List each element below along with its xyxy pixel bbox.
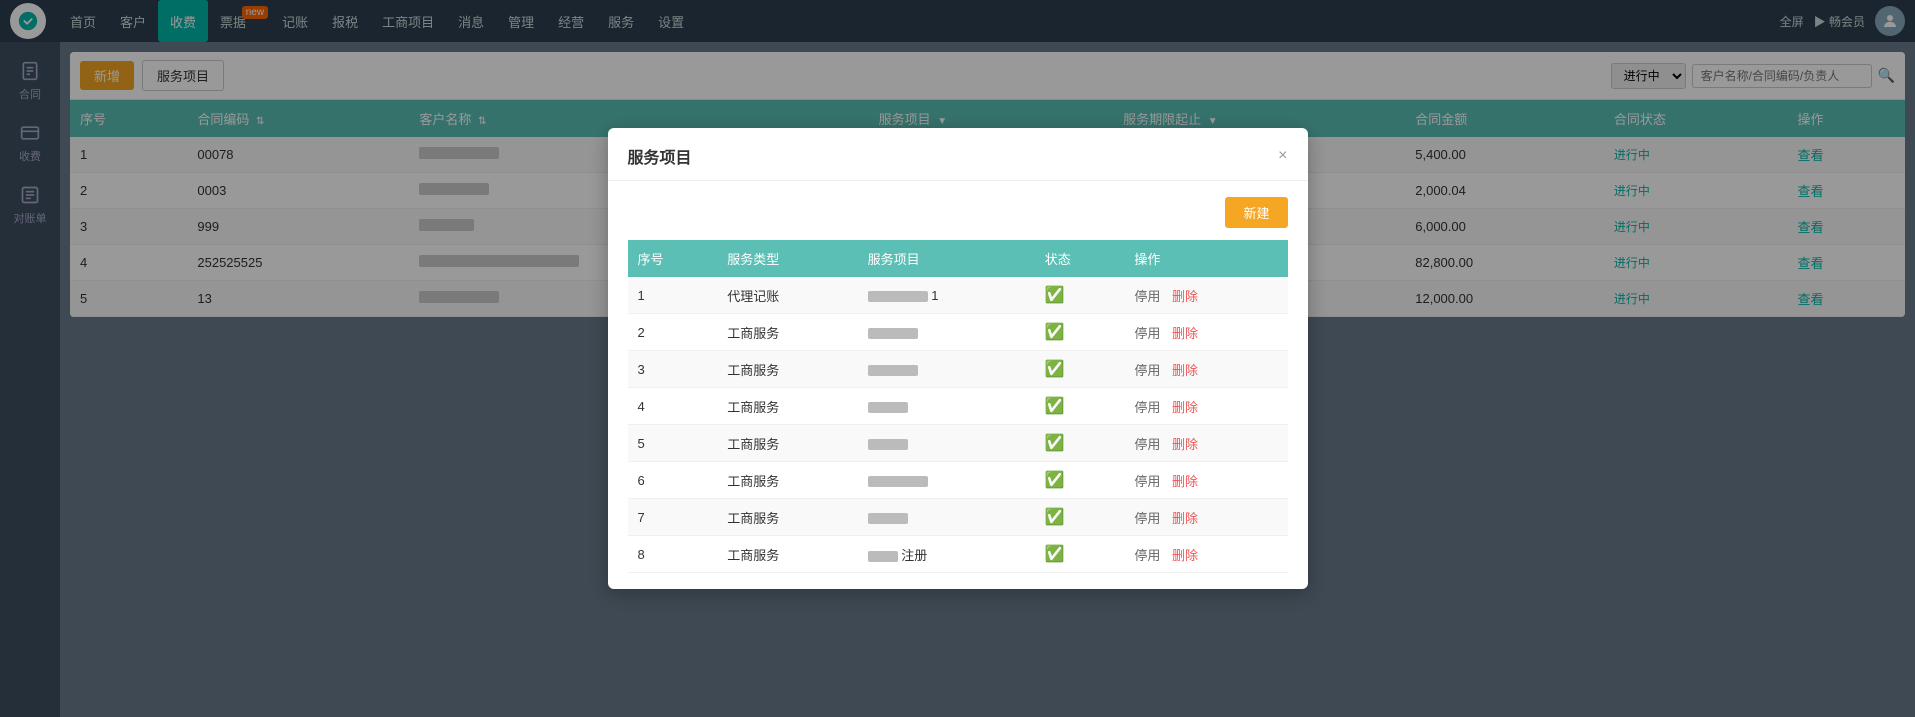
- modal-cell-item: [858, 314, 1035, 351]
- modal-cell-status: ✅: [1035, 462, 1125, 499]
- modal-cell-type: 代理记账: [717, 277, 857, 314]
- modal-cell-seq: 7: [628, 499, 718, 536]
- modal-cell-seq: 3: [628, 351, 718, 388]
- service-modal: 服务项目 × 新建 序号 服务类型 服务项目: [608, 128, 1308, 589]
- modal-cell-action[interactable]: 停用 删除: [1124, 314, 1287, 351]
- modal-cell-action[interactable]: 停用 删除: [1124, 499, 1287, 536]
- delete-button[interactable]: 删除: [1172, 511, 1198, 526]
- modal-cell-action[interactable]: 停用 删除: [1124, 536, 1287, 573]
- stop-button[interactable]: 停用: [1134, 474, 1160, 489]
- modal-table-scroll[interactable]: 序号 服务类型 服务项目 状态 操作 1 代理记账 1 ✅ 停用: [628, 240, 1288, 573]
- modal-cell-action[interactable]: 停用 删除: [1124, 462, 1287, 499]
- stop-button[interactable]: 停用: [1134, 511, 1160, 526]
- modal-table-row: 5 工商服务 ✅ 停用 删除: [628, 425, 1288, 462]
- modal-close-button[interactable]: ×: [1278, 147, 1287, 165]
- delete-button[interactable]: 删除: [1172, 326, 1198, 341]
- modal-cell-action[interactable]: 停用 删除: [1124, 277, 1287, 314]
- modal-cell-seq: 4: [628, 388, 718, 425]
- modal-body: 新建 序号 服务类型 服务项目 状态 操作: [608, 181, 1308, 589]
- modal-cell-type: 工商服务: [717, 388, 857, 425]
- modal-cell-seq: 1: [628, 277, 718, 314]
- modal-cell-item: [858, 388, 1035, 425]
- modal-table-row: 1 代理记账 1 ✅ 停用 删除: [628, 277, 1288, 314]
- modal-cell-status: ✅: [1035, 351, 1125, 388]
- stop-button[interactable]: 停用: [1134, 548, 1160, 563]
- modal-table-row: 4 工商服务 ✅ 停用 删除: [628, 388, 1288, 425]
- modal-cell-status: ✅: [1035, 425, 1125, 462]
- modal-cell-status: ✅: [1035, 314, 1125, 351]
- modal-cell-seq: 6: [628, 462, 718, 499]
- content-area: 新增 服务项目 进行中 全部 已结束 🔍 序号 合同编码: [60, 42, 1915, 717]
- modal-col-action: 操作: [1124, 240, 1287, 277]
- delete-button[interactable]: 删除: [1172, 400, 1198, 415]
- modal-cell-status: ✅: [1035, 277, 1125, 314]
- modal-table-row: 2 工商服务 ✅ 停用 删除: [628, 314, 1288, 351]
- stop-button[interactable]: 停用: [1134, 326, 1160, 341]
- service-items-table: 序号 服务类型 服务项目 状态 操作 1 代理记账 1 ✅ 停用: [628, 240, 1288, 573]
- delete-button[interactable]: 删除: [1172, 363, 1198, 378]
- delete-button[interactable]: 删除: [1172, 289, 1198, 304]
- modal-cell-status: ✅: [1035, 499, 1125, 536]
- delete-button[interactable]: 删除: [1172, 474, 1198, 489]
- modal-table-row: 8 工商服务 注册 ✅ 停用 删除: [628, 536, 1288, 573]
- main-layout: 合同 收费 对账单 新增 服务项目 进行中 全部: [0, 42, 1915, 717]
- modal-cell-item: [858, 499, 1035, 536]
- modal-cell-item: 1: [858, 277, 1035, 314]
- modal-cell-action[interactable]: 停用 删除: [1124, 351, 1287, 388]
- modal-col-status: 状态: [1035, 240, 1125, 277]
- modal-cell-type: 工商服务: [717, 499, 857, 536]
- modal-cell-action[interactable]: 停用 删除: [1124, 388, 1287, 425]
- modal-overlay[interactable]: 服务项目 × 新建 序号 服务类型 服务项目: [60, 42, 1915, 717]
- modal-toolbar: 新建: [628, 197, 1288, 228]
- modal-cell-seq: 2: [628, 314, 718, 351]
- modal-table-row: 7 工商服务 ✅ 停用 删除: [628, 499, 1288, 536]
- modal-cell-item: [858, 425, 1035, 462]
- modal-table-row: 6 工商服务 ✅ 停用 删除: [628, 462, 1288, 499]
- modal-cell-item: [858, 351, 1035, 388]
- modal-cell-status: ✅: [1035, 388, 1125, 425]
- modal-col-seq: 序号: [628, 240, 718, 277]
- modal-cell-action[interactable]: 停用 删除: [1124, 425, 1287, 462]
- modal-cell-type: 工商服务: [717, 536, 857, 573]
- modal-cell-item: 注册: [858, 536, 1035, 573]
- modal-col-item: 服务项目: [858, 240, 1035, 277]
- stop-button[interactable]: 停用: [1134, 400, 1160, 415]
- modal-cell-type: 工商服务: [717, 425, 857, 462]
- modal-new-button[interactable]: 新建: [1225, 197, 1287, 228]
- modal-col-type: 服务类型: [717, 240, 857, 277]
- stop-button[interactable]: 停用: [1134, 363, 1160, 378]
- delete-button[interactable]: 删除: [1172, 437, 1198, 452]
- modal-cell-type: 工商服务: [717, 314, 857, 351]
- modal-cell-item: [858, 462, 1035, 499]
- stop-button[interactable]: 停用: [1134, 289, 1160, 304]
- modal-cell-type: 工商服务: [717, 351, 857, 388]
- modal-cell-type: 工商服务: [717, 462, 857, 499]
- modal-header: 服务项目 ×: [608, 128, 1308, 181]
- modal-cell-seq: 5: [628, 425, 718, 462]
- modal-cell-status: ✅: [1035, 536, 1125, 573]
- modal-cell-seq: 8: [628, 536, 718, 573]
- delete-button[interactable]: 删除: [1172, 548, 1198, 563]
- stop-button[interactable]: 停用: [1134, 437, 1160, 452]
- modal-title: 服务项目: [628, 144, 692, 168]
- modal-table-row: 3 工商服务 ✅ 停用 删除: [628, 351, 1288, 388]
